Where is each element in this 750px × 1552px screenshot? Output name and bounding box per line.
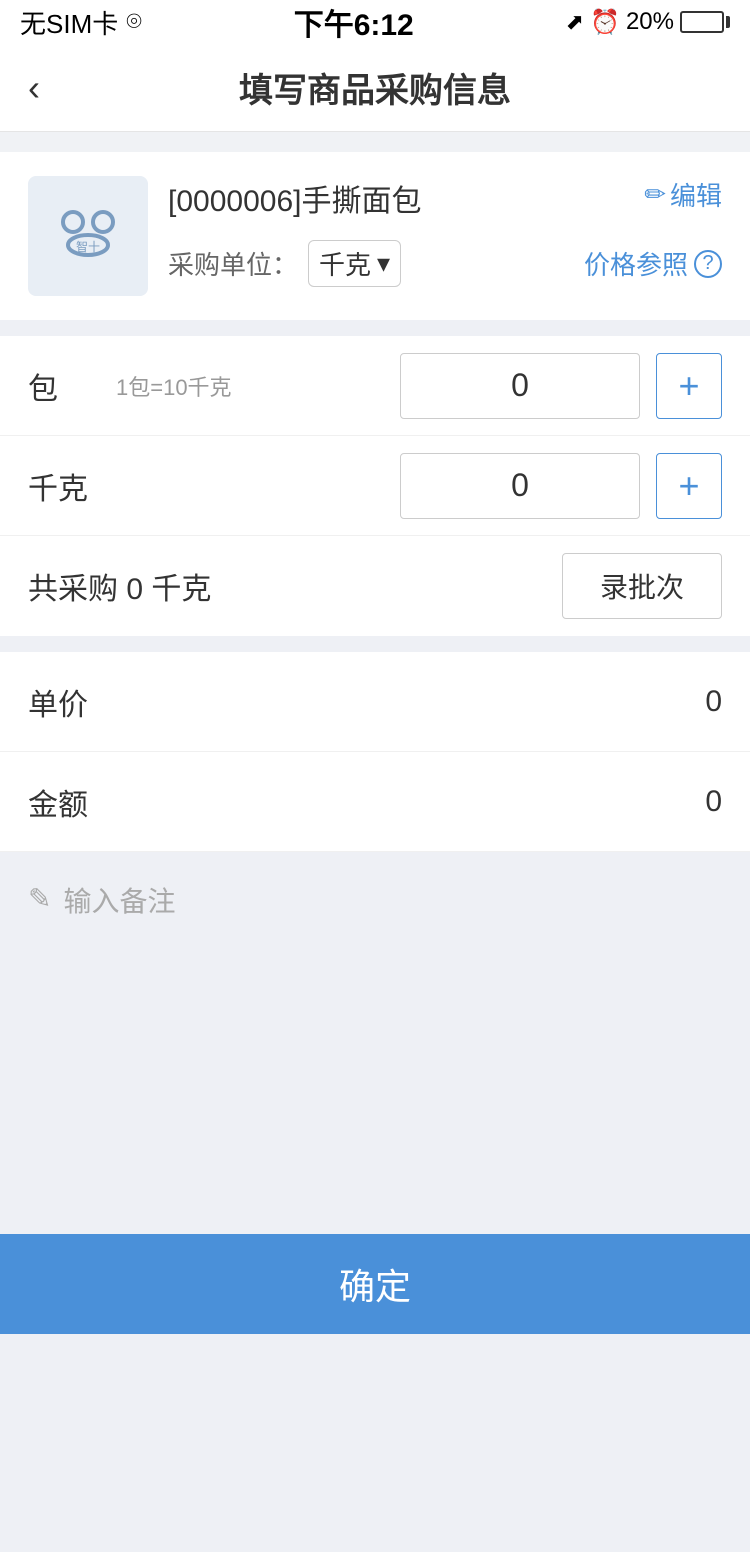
status-left: 无SIM卡 ⌾	[20, 4, 142, 41]
unit-price-row: 单价 0	[0, 652, 750, 752]
alarm-icon: ⏰	[590, 8, 620, 37]
unit-arrow-icon: ▾	[377, 248, 390, 279]
price-ref-button[interactable]: 价格参照 ?	[584, 245, 722, 282]
form-section: 包 1包=10千克 0 + 千克 0 + 共采购 0 千克 录批次	[0, 336, 750, 636]
bag-label: 包	[28, 364, 108, 408]
batch-button[interactable]: 录批次	[562, 553, 722, 619]
summary-text: 共采购 0 千克	[28, 564, 211, 608]
bag-input-wrap: 0 +	[232, 353, 722, 419]
product-logo: 智十	[53, 197, 123, 275]
time-label: 下午6:12	[294, 0, 414, 44]
kg-plus-button[interactable]: +	[656, 453, 722, 519]
page-title: 填写商品采购信息	[239, 63, 511, 112]
unit-price-label: 单价	[28, 680, 88, 724]
wifi-icon: ⌾	[126, 6, 142, 38]
kg-label: 千克	[28, 464, 108, 508]
section-divider-2	[0, 636, 750, 652]
bag-quantity-input[interactable]: 0	[400, 353, 640, 419]
amount-row: 金额 0	[0, 752, 750, 852]
info-section: 单价 0 金额 0	[0, 652, 750, 852]
carrier-label: 无SIM卡	[20, 4, 118, 41]
section-divider-1	[0, 320, 750, 336]
product-name-row: [0000006]手撕面包 ✏ 编辑	[168, 176, 722, 220]
notes-section[interactable]: ✎ 输入备注	[0, 852, 750, 1052]
notes-placeholder: 输入备注	[63, 880, 175, 920]
main-content: 智十 [0000006]手撕面包 ✏ 编辑 采购单位： 千克 ▾	[0, 152, 750, 1552]
status-right: ⬈ ⏰ 20%	[566, 8, 730, 37]
edit-icon: ✏	[644, 179, 666, 210]
price-ref-label: 价格参照	[584, 245, 688, 282]
bag-sublabel: 1包=10千克	[116, 370, 232, 402]
product-card: 智十 [0000006]手撕面包 ✏ 编辑 采购单位： 千克 ▾	[0, 152, 750, 320]
nav-bar: ‹ 填写商品采购信息	[0, 44, 750, 132]
battery-icon	[680, 11, 730, 33]
kg-row: 千克 0 +	[0, 436, 750, 536]
amount-value: 0	[705, 785, 722, 819]
bag-plus-button[interactable]: +	[656, 353, 722, 419]
product-name: [0000006]手撕面包	[168, 176, 421, 220]
svg-text:智十: 智十	[76, 239, 100, 254]
unit-row: 采购单位： 千克 ▾ 价格参照 ?	[168, 240, 722, 287]
amount-label: 金额	[28, 780, 88, 824]
bag-row: 包 1包=10千克 0 +	[0, 336, 750, 436]
kg-quantity-input[interactable]: 0	[400, 453, 640, 519]
bag-quantity-value: 0	[511, 367, 529, 404]
edit-label: 编辑	[670, 176, 722, 213]
unit-select[interactable]: 千克 ▾	[308, 240, 401, 287]
confirm-button[interactable]: 确定	[0, 1234, 750, 1334]
product-image: 智十	[28, 176, 148, 296]
status-bar: 无SIM卡 ⌾ 下午6:12 ⬈ ⏰ 20%	[0, 0, 750, 44]
notes-pencil-icon: ✎	[28, 882, 51, 915]
price-ref-help-icon: ?	[694, 250, 722, 278]
summary-row: 共采购 0 千克 录批次	[0, 536, 750, 636]
kg-input-wrap: 0 +	[108, 453, 722, 519]
unit-label: 采购单位：	[168, 245, 298, 282]
location-icon: ⬈	[566, 9, 584, 35]
confirm-label: 确定	[339, 1258, 411, 1310]
battery-pct: 20%	[626, 8, 674, 36]
unit-value: 千克	[319, 245, 371, 282]
back-button[interactable]: ‹	[28, 67, 40, 109]
product-info: [0000006]手撕面包 ✏ 编辑 采购单位： 千克 ▾ 价格参照 ?	[168, 176, 722, 287]
unit-price-value: 0	[705, 685, 722, 719]
edit-button[interactable]: ✏ 编辑	[644, 176, 722, 213]
kg-quantity-value: 0	[511, 467, 529, 504]
